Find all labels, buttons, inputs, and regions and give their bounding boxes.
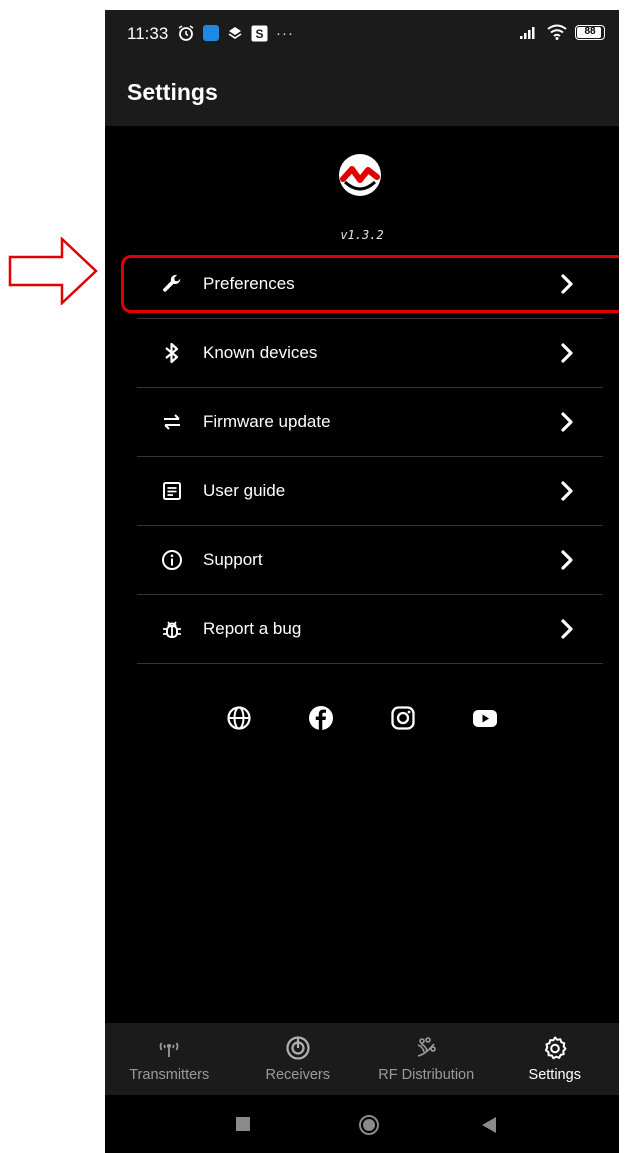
bluetooth-icon bbox=[159, 340, 185, 366]
menu-item-support[interactable]: Support bbox=[137, 526, 603, 595]
facebook-icon[interactable] bbox=[308, 705, 334, 731]
chevron-right-icon bbox=[561, 550, 573, 570]
annotation-arrow-icon bbox=[8, 237, 98, 305]
alarm-icon bbox=[178, 25, 194, 41]
bottom-navigation: Transmitters Receivers RF Distribution S… bbox=[105, 1023, 619, 1095]
bug-icon bbox=[159, 616, 185, 642]
svg-text:S: S bbox=[255, 27, 263, 41]
notification-app-icon bbox=[203, 25, 219, 41]
wifi-icon bbox=[547, 24, 567, 40]
app-bar: Settings bbox=[105, 60, 619, 126]
chevron-right-icon bbox=[561, 412, 573, 432]
battery-icon: 88 bbox=[575, 24, 605, 40]
chevron-right-icon bbox=[561, 619, 573, 639]
social-links bbox=[105, 705, 619, 731]
youtube-icon[interactable] bbox=[472, 705, 498, 731]
tab-rf-distribution[interactable]: RF Distribution bbox=[362, 1023, 491, 1095]
receiver-icon bbox=[286, 1036, 310, 1060]
menu-item-report-bug[interactable]: Report a bug bbox=[137, 595, 603, 664]
page-title: Settings bbox=[127, 79, 218, 105]
menu-item-preferences[interactable]: Preferences bbox=[121, 250, 619, 319]
status-bar: 11:33 S ··· 88 bbox=[105, 10, 619, 60]
app-version: v1.3.2 bbox=[340, 228, 384, 242]
tab-settings[interactable]: Settings bbox=[491, 1023, 620, 1095]
tab-label: Settings bbox=[528, 1067, 581, 1083]
globe-icon[interactable] bbox=[226, 705, 252, 731]
tab-receivers[interactable]: Receivers bbox=[234, 1023, 363, 1095]
tab-label: Transmitters bbox=[129, 1067, 210, 1083]
status-time: 11:33 bbox=[127, 24, 169, 43]
system-navigation-bar bbox=[105, 1095, 619, 1153]
menu-item-label: User guide bbox=[203, 481, 286, 500]
antenna-icon bbox=[159, 1042, 179, 1057]
document-icon bbox=[159, 478, 185, 504]
home-button[interactable] bbox=[358, 1114, 380, 1136]
swap-arrows-icon bbox=[159, 409, 185, 435]
signal-icon bbox=[520, 27, 535, 39]
tab-transmitters[interactable]: Transmitters bbox=[105, 1023, 234, 1095]
menu-item-firmware-update[interactable]: Firmware update bbox=[137, 388, 603, 457]
menu-item-known-devices[interactable]: Known devices bbox=[137, 319, 603, 388]
tab-label: Receivers bbox=[265, 1067, 330, 1083]
rf-distribution-icon bbox=[417, 1037, 437, 1057]
app-logo bbox=[339, 154, 381, 196]
menu-item-label: Support bbox=[203, 550, 263, 569]
instagram-icon[interactable] bbox=[390, 705, 416, 731]
chevron-right-icon bbox=[561, 274, 573, 294]
recents-button[interactable] bbox=[236, 1117, 250, 1131]
menu-item-user-guide[interactable]: User guide bbox=[137, 457, 603, 526]
menu-item-label: Firmware update bbox=[203, 412, 331, 431]
chevron-right-icon bbox=[561, 481, 573, 501]
back-button[interactable] bbox=[481, 1116, 497, 1134]
info-icon bbox=[159, 547, 185, 573]
chevron-right-icon bbox=[561, 343, 573, 363]
menu-item-label: Known devices bbox=[203, 343, 318, 362]
settings-menu: Preferences Known devices Firmware updat… bbox=[121, 250, 619, 664]
menu-item-label: Report a bug bbox=[203, 619, 302, 638]
layers-icon bbox=[228, 27, 242, 39]
gear-icon bbox=[544, 1036, 567, 1060]
menu-item-label: Preferences bbox=[203, 274, 295, 293]
battery-level: 88 bbox=[584, 25, 596, 37]
tab-label: RF Distribution bbox=[378, 1067, 475, 1083]
more-notifications-icon: ··· bbox=[276, 24, 294, 42]
phone-screen: 11:33 S ··· 88 Settings v1.3.2 Preferenc… bbox=[105, 10, 619, 1153]
wrench-icon bbox=[159, 271, 185, 297]
s-app-icon: S bbox=[251, 25, 268, 41]
